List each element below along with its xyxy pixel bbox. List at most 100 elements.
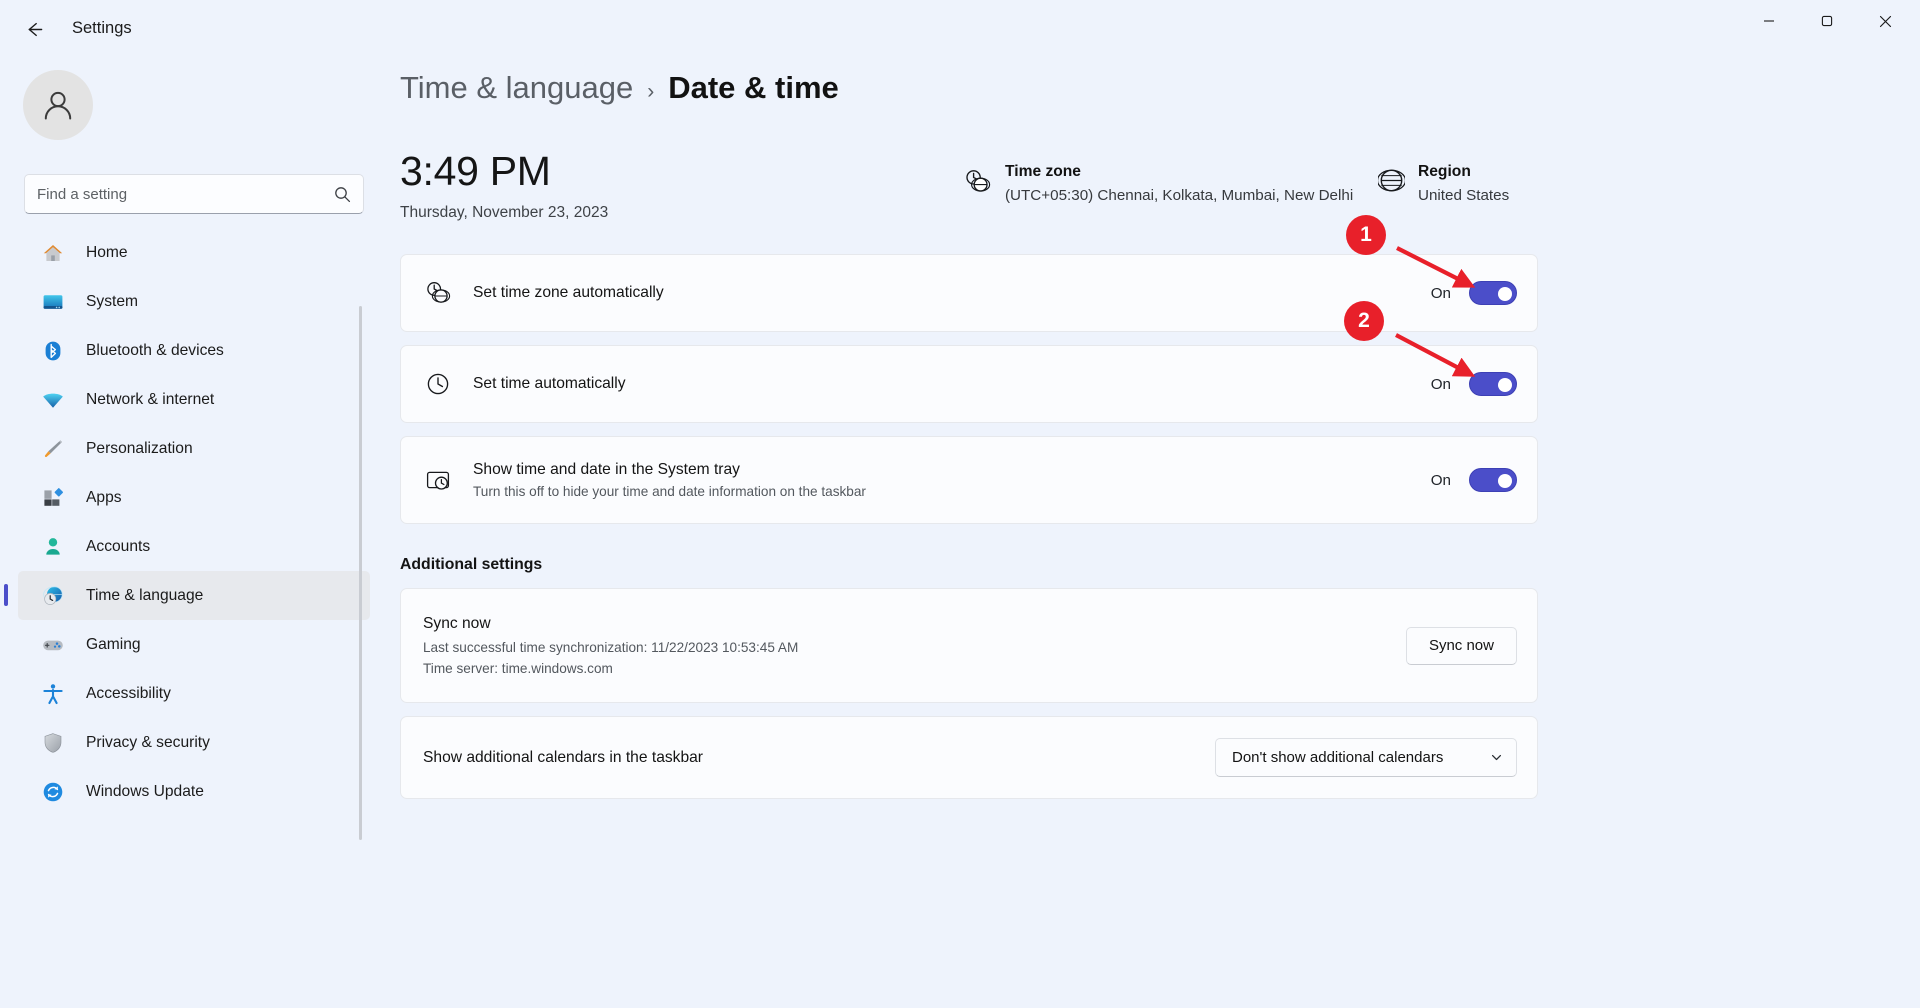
additional-calendars-label: Show additional calendars in the taskbar [423, 749, 1215, 767]
refresh-sync-icon [40, 779, 66, 805]
page-title: Date & time [668, 70, 839, 106]
main-content: Time & language › Date & time 3:49 PM Th… [378, 58, 1920, 1008]
sidebar-item-personalization[interactable]: Personalization [18, 424, 370, 473]
sidebar-item-label: Windows Update [86, 783, 204, 801]
set-time-automatically-toggle-group: On [1431, 372, 1517, 396]
sidebar-item-apps[interactable]: Apps [18, 473, 370, 522]
time-zone-label: Time zone [1005, 163, 1353, 181]
current-time: 3:49 PM [400, 148, 608, 195]
sidebar-item-label: Time & language [86, 587, 203, 605]
search-input[interactable] [37, 186, 334, 203]
toggle-state-label: On [1431, 376, 1451, 393]
setting-row-set-time-automatically[interactable]: Set time automatically On [400, 345, 1538, 423]
time-server-text: Time server: time.windows.com [423, 661, 1406, 676]
sidebar-item-label: Personalization [86, 440, 193, 458]
close-icon [1879, 15, 1892, 28]
sidebar-item-gaming[interactable]: Gaming [18, 620, 370, 669]
gamepad-icon [40, 632, 66, 658]
clock-icon [423, 371, 453, 397]
maximize-button[interactable] [1798, 0, 1856, 42]
sidebar-item-time-language[interactable]: Time & language [18, 571, 370, 620]
annotation-marker-2: 2 [1344, 301, 1384, 341]
app-title: Settings [72, 19, 132, 38]
close-button[interactable] [1856, 0, 1914, 42]
sync-now-title: Sync now [423, 615, 1406, 633]
sidebar-item-accessibility[interactable]: Accessibility [18, 669, 370, 718]
search-icon [334, 186, 351, 203]
clock-globe-icon [40, 583, 66, 609]
sidebar-item-privacy-security[interactable]: Privacy & security [18, 718, 370, 767]
minimize-button[interactable] [1740, 0, 1798, 42]
sidebar-item-network-internet[interactable]: Network & internet [18, 375, 370, 424]
time-zone-value: (UTC+05:30) Chennai, Kolkata, Mumbai, Ne… [1005, 187, 1353, 204]
sidebar-item-label: Gaming [86, 636, 141, 654]
toggle-knob [1498, 378, 1512, 392]
sidebar-item-label: System [86, 293, 138, 311]
breadcrumb-separator: › [647, 80, 654, 104]
show-time-date-toggle-group: On [1431, 468, 1517, 492]
apps-blocks-icon [40, 485, 66, 511]
accessibility-person-icon [40, 681, 66, 707]
clock-globe-icon [423, 280, 453, 306]
setting-subtitle: Turn this off to hide your time and date… [473, 484, 1431, 499]
toggle-knob [1498, 287, 1512, 301]
sidebar-item-accounts[interactable]: Accounts [18, 522, 370, 571]
additional-calendars-dropdown[interactable]: Don't show additional calendars [1215, 738, 1517, 777]
breadcrumb: Time & language › Date & time [400, 70, 839, 106]
user-avatar-icon [38, 85, 78, 125]
sidebar-item-label: Apps [86, 489, 122, 507]
taskbar-clock-icon [423, 467, 453, 493]
breadcrumb-parent[interactable]: Time & language [400, 70, 633, 106]
current-clock: 3:49 PM Thursday, November 23, 2023 [400, 148, 608, 222]
globe-icon [1378, 167, 1405, 199]
bluetooth-icon [40, 338, 66, 364]
avatar[interactable] [23, 70, 93, 140]
sidebar-item-label: Accessibility [86, 685, 171, 703]
toggle-knob [1498, 474, 1512, 488]
back-arrow-icon [23, 19, 44, 40]
maximize-icon [1821, 15, 1833, 27]
sync-now-button[interactable]: Sync now [1406, 627, 1517, 665]
sidebar-item-label: Accounts [86, 538, 150, 556]
region-label: Region [1418, 163, 1509, 181]
toggle-state-label: On [1431, 472, 1451, 489]
settings-window: Settings [0, 0, 1920, 1008]
system-monitor-icon [40, 289, 66, 315]
sidebar-item-label: Privacy & security [86, 734, 210, 752]
sidebar-scrollbar[interactable] [359, 306, 362, 840]
wifi-icon [40, 387, 66, 413]
setting-title: Set time zone automatically [473, 284, 1431, 302]
person-icon [40, 534, 66, 560]
setting-title: Set time automatically [473, 375, 1431, 393]
home-icon [40, 240, 66, 266]
clock-globe-icon [964, 168, 991, 200]
region-value: United States [1418, 187, 1509, 204]
last-sync-text: Last successful time synchronization: 11… [423, 640, 1406, 655]
setting-title: Show time and date in the System tray [473, 461, 1431, 479]
dropdown-selected-value: Don't show additional calendars [1232, 749, 1443, 766]
shield-icon [40, 730, 66, 756]
title-bar: Settings [0, 0, 1920, 58]
sidebar-item-bluetooth-devices[interactable]: Bluetooth & devices [18, 326, 370, 375]
sync-now-card: Sync now Last successful time synchroniz… [400, 588, 1538, 703]
toggle-state-label: On [1431, 285, 1451, 302]
paintbrush-icon [40, 436, 66, 462]
sidebar-item-windows-update[interactable]: Windows Update [18, 767, 370, 816]
current-date: Thursday, November 23, 2023 [400, 204, 608, 222]
set-time-zone-automatically-toggle[interactable] [1469, 281, 1517, 305]
chevron-down-icon [1472, 751, 1503, 764]
additional-calendars-card: Show additional calendars in the taskbar… [400, 716, 1538, 799]
show-time-date-system-tray-toggle[interactable] [1469, 468, 1517, 492]
sidebar-nav: Home System [18, 228, 370, 816]
search-box[interactable] [24, 174, 364, 214]
setting-row-show-time-date-system-tray[interactable]: Show time and date in the System tray Tu… [400, 436, 1538, 524]
sidebar-item-home[interactable]: Home [18, 228, 370, 277]
set-time-automatically-toggle[interactable] [1469, 372, 1517, 396]
additional-settings-heading: Additional settings [400, 556, 542, 574]
back-button[interactable] [12, 10, 54, 48]
time-zone-summary: Time zone (UTC+05:30) Chennai, Kolkata, … [964, 163, 1353, 204]
region-summary: Region United States [1378, 163, 1509, 204]
sidebar-item-system[interactable]: System [18, 277, 370, 326]
minimize-icon [1763, 15, 1775, 27]
set-time-zone-automatically-toggle-group: On [1431, 281, 1517, 305]
